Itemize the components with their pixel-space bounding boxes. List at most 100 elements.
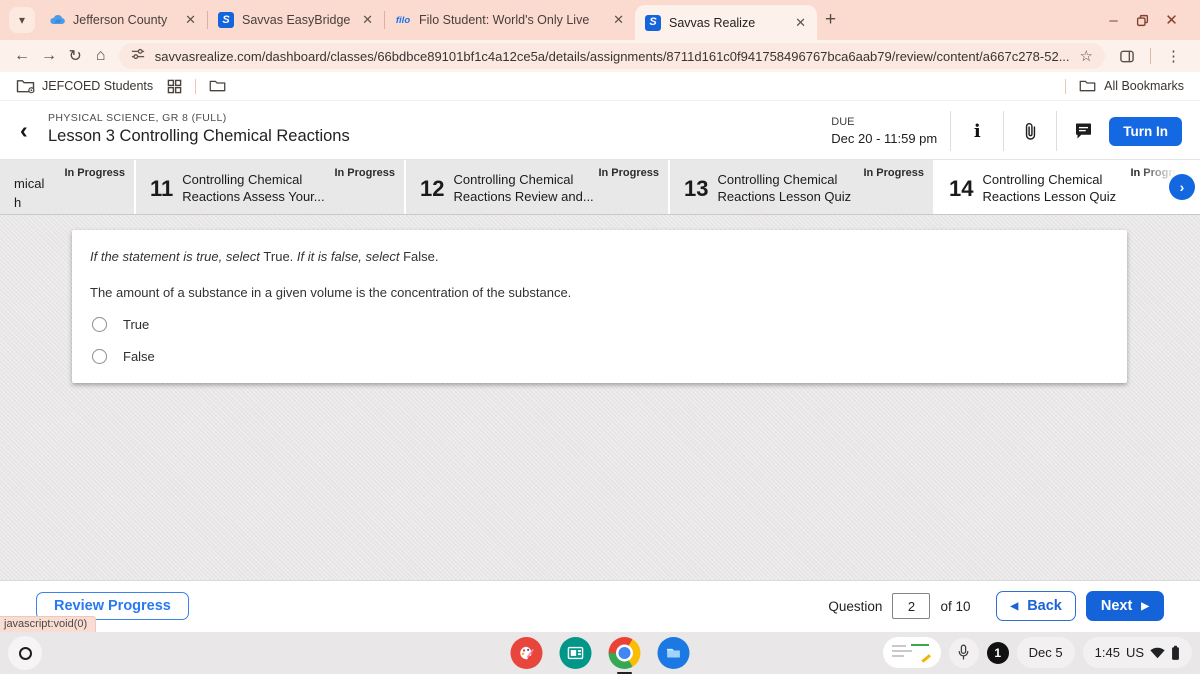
lesson-nav-item-11[interactable]: 11 Controlling Chemical Reactions Assess… — [136, 160, 404, 214]
kebab-menu-icon: ⋮ — [1165, 48, 1181, 65]
nav-item-number: 11 — [150, 176, 174, 201]
option-true[interactable]: True — [90, 317, 1109, 332]
tab-title: Savvas Realize — [669, 15, 756, 30]
tab-title: Savvas EasyBridge — [242, 13, 351, 27]
chrome-app-icon[interactable] — [608, 637, 641, 674]
nav-item-fragment: mical h — [14, 176, 45, 210]
side-panel-button[interactable] — [1115, 44, 1140, 69]
question-footer-bar: Review Progress Question of 10 ◀ Back Ne… — [0, 580, 1200, 632]
date-label: Dec 5 — [1028, 645, 1063, 660]
minimize-button[interactable]: – — [1099, 0, 1128, 40]
new-tab-button[interactable]: + — [825, 9, 836, 31]
next-question-button[interactable]: Next ▶ — [1085, 591, 1164, 621]
toolbar-right: ⋮ — [1115, 44, 1186, 69]
all-bookmarks-folder-icon — [1079, 80, 1096, 92]
close-icon[interactable]: ✕ — [184, 12, 197, 28]
close-window-button[interactable]: ✕ — [1157, 0, 1186, 40]
filo-icon: filo — [395, 14, 411, 26]
bookmark-star-icon[interactable]: ☆ — [1080, 47, 1093, 65]
back-to-assignment-button[interactable]: ‹ — [20, 117, 28, 144]
header-divider — [1056, 111, 1058, 151]
link-status-bubble: javascript:void(0) — [0, 616, 97, 632]
tab-jefferson-county[interactable]: Jefferson County ✕ — [39, 0, 207, 40]
nav-item-title: Controlling Chemical Reactions Review an… — [453, 172, 594, 204]
close-icon[interactable]: ✕ — [794, 15, 807, 31]
due-label: DUE — [831, 116, 855, 128]
chevron-right-icon: › — [1179, 179, 1185, 195]
lesson-nav-item-13[interactable]: 13 Controlling Chemical Reactions Lesson… — [670, 160, 933, 214]
address-bar[interactable]: savvasrealize.com/dashboard/classes/66bd… — [118, 43, 1105, 69]
notification-badge[interactable]: 1 — [986, 641, 1009, 664]
forward-icon: → — [41, 47, 57, 64]
close-icon[interactable]: ✕ — [361, 12, 374, 28]
wifi-icon — [1150, 647, 1165, 658]
status-area[interactable]: 1:45 US — [1082, 637, 1192, 668]
launcher-button[interactable] — [8, 636, 42, 670]
option-false[interactable]: False — [90, 349, 1109, 364]
restore-button[interactable] — [1128, 0, 1157, 40]
screenshot-preview[interactable] — [882, 637, 941, 668]
home-icon: ⌂ — [95, 47, 106, 64]
tab-search-button[interactable]: ▾ — [9, 7, 35, 33]
nav-item-title: Controlling Chemical Reactions Assess Yo… — [182, 172, 325, 204]
header-actions: DUE Dec 20 - 11:59 pm i Turn In — [831, 109, 1182, 153]
browser-toolbar: ← → ↻ ⌂ savvasrealize.com/dashboard/clas… — [0, 40, 1200, 72]
back-button[interactable]: ← — [14, 44, 30, 69]
site-settings-icon[interactable] — [131, 47, 145, 66]
toolbar-divider — [1149, 48, 1151, 64]
nav-item-number: 13 — [684, 176, 709, 201]
turn-in-button[interactable]: Turn In — [1109, 116, 1182, 146]
nav-scroll-right-button[interactable]: › — [1169, 174, 1195, 200]
lesson-nav-item-12[interactable]: 12 Controlling Chemical Reactions Review… — [406, 160, 668, 214]
shelf-apps — [510, 637, 690, 674]
question-of-label: of 10 — [940, 598, 971, 614]
bookmark-folder[interactable] — [209, 79, 226, 93]
question-navigation: Question of 10 ◀ Back Next ▶ — [828, 591, 1164, 621]
lesson-nav-item-14-active[interactable]: 14 Controlling Chemical Reactions Lesson… — [935, 160, 1200, 214]
back-chevron-icon: ‹ — [20, 117, 28, 143]
question-number-input[interactable] — [892, 593, 931, 619]
mic-button[interactable] — [948, 637, 979, 668]
option-label[interactable]: False — [123, 349, 155, 364]
radio-false[interactable] — [92, 349, 107, 364]
date-pill[interactable]: Dec 5 — [1016, 637, 1075, 668]
chromeos-screen: ▾ Jefferson County ✕ S Savvas EasyBridge… — [0, 0, 1200, 674]
triangle-left-icon: ◀ — [1010, 600, 1019, 612]
nav-item-title: Controlling Chemical Reactions Lesson Qu… — [717, 172, 852, 204]
bookmark-folder-jefcoed[interactable]: JEFCOED Students — [16, 78, 153, 94]
back-question-button[interactable]: ◀ Back — [996, 591, 1076, 621]
restore-icon — [1136, 14, 1149, 26]
lesson-nav-item-partial[interactable]: mical h In Progress — [0, 160, 134, 214]
all-bookmarks-label: All Bookmarks — [1104, 79, 1184, 93]
close-icon[interactable]: ✕ — [612, 12, 625, 28]
header-divider — [1003, 111, 1005, 151]
folder-gear-icon — [16, 80, 35, 94]
slides-app-icon[interactable] — [559, 637, 592, 669]
tab-savvas-easybridge[interactable]: S Savvas EasyBridge ✕ — [208, 0, 384, 40]
reload-button[interactable]: ↻ — [68, 44, 82, 69]
tab-strip: ▾ Jefferson County ✕ S Savvas EasyBridge… — [0, 0, 1200, 40]
status-badge: In Progress — [598, 167, 659, 179]
browser-menu-button[interactable]: ⋮ — [1161, 44, 1186, 69]
question-label: Question — [828, 598, 883, 614]
tab-savvas-realize-active[interactable]: S Savvas Realize ✕ — [635, 5, 817, 40]
radio-true[interactable] — [92, 317, 107, 332]
canvas-app-icon[interactable] — [510, 637, 543, 669]
header-divider — [950, 111, 952, 151]
tab-title: Jefferson County — [73, 13, 168, 27]
apps-grid-icon — [167, 79, 182, 93]
home-button[interactable]: ⌂ — [93, 44, 107, 69]
option-label[interactable]: True — [123, 317, 149, 332]
keyboard-layout-label: US — [1125, 645, 1144, 660]
time-label: 1:45 — [1094, 645, 1120, 660]
all-bookmarks[interactable]: All Bookmarks — [1052, 78, 1184, 94]
question-statement: The amount of a substance in a given vol… — [90, 285, 572, 300]
tab-filo-student[interactable]: filo Filo Student: World's Only Live ✕ — [385, 0, 635, 40]
back-icon: ← — [14, 47, 30, 64]
files-app-icon[interactable] — [657, 637, 690, 669]
comments-button[interactable] — [1070, 122, 1096, 140]
bookmark-apps-grid[interactable] — [167, 79, 182, 94]
info-button[interactable]: i — [964, 121, 990, 142]
attachment-button[interactable] — [1017, 122, 1043, 141]
forward-button[interactable]: → — [41, 44, 57, 69]
